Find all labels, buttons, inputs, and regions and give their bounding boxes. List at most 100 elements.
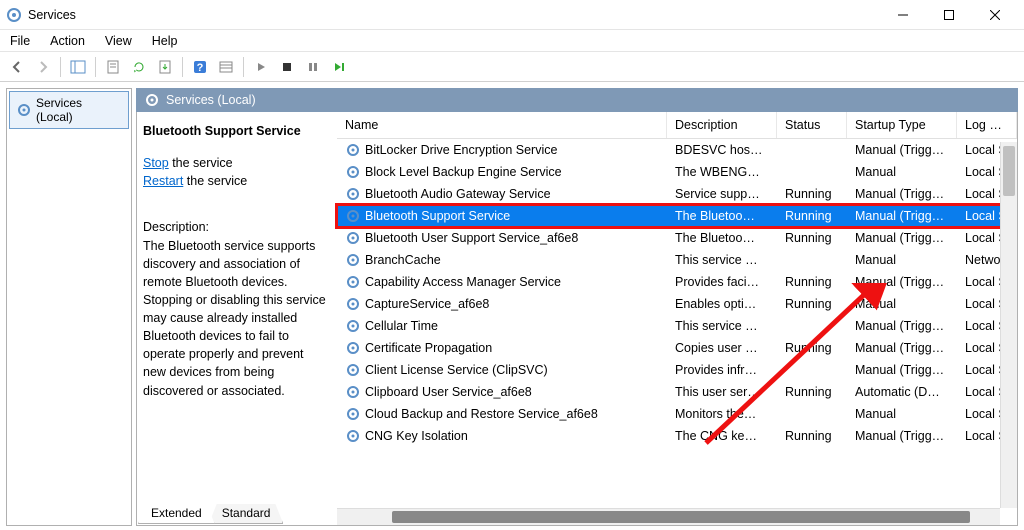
menu-view[interactable]: View <box>101 32 136 50</box>
service-icon <box>345 384 361 400</box>
service-row[interactable]: BranchCacheThis service …ManualNetwork <box>337 249 1017 271</box>
service-startup-type: Manual (Trigg… <box>847 361 957 379</box>
forward-button[interactable] <box>32 56 54 78</box>
service-status <box>777 170 847 174</box>
service-row[interactable]: Client License Service (ClipSVC) Provides… <box>337 359 1017 381</box>
service-description: Enables opti… <box>667 295 777 313</box>
service-row[interactable]: BitLocker Drive Encryption ServiceBDESVC… <box>337 139 1017 161</box>
navigation-tree[interactable]: Services (Local) <box>6 88 132 526</box>
service-description: Monitors the… <box>667 405 777 423</box>
service-startup-type: Manual (Trigg… <box>847 207 957 225</box>
service-status: Running <box>777 185 847 203</box>
service-name: CNG Key Isolation <box>365 429 468 443</box>
start-service-button[interactable] <box>250 56 272 78</box>
maximize-button[interactable] <box>926 0 972 30</box>
service-startup-type: Manual (Trigg… <box>847 317 957 335</box>
service-row[interactable]: Cloud Backup and Restore Service_af6e8 Mo… <box>337 403 1017 425</box>
service-status: Running <box>777 295 847 313</box>
service-description: The WBENG… <box>667 163 777 181</box>
service-status <box>777 258 847 262</box>
service-description: Service supp… <box>667 185 777 203</box>
service-name: Capability Access Manager Service <box>365 275 561 289</box>
service-row[interactable]: Bluetooth Support ServiceThe Bluetoo…Run… <box>337 205 1017 227</box>
content-header: Services (Local) <box>136 88 1018 112</box>
service-startup-type: Automatic (D… <box>847 383 957 401</box>
help-button[interactable]: ? <box>189 56 211 78</box>
service-status: Running <box>777 427 847 445</box>
service-startup-type: Manual (Trigg… <box>847 273 957 291</box>
menu-file[interactable]: File <box>6 32 34 50</box>
service-name: Client License Service (ClipSVC) <box>365 363 548 377</box>
service-name: Cloud Backup and Restore Service_af6e8 <box>365 407 598 421</box>
service-icon <box>345 428 361 444</box>
service-row[interactable]: Cellular Time This service … Manual (Trigg… <box>337 315 1017 337</box>
service-row[interactable]: Clipboard User Service_af6e8This user se… <box>337 381 1017 403</box>
list-view-button[interactable] <box>215 56 237 78</box>
service-description: This service … <box>667 317 777 335</box>
tree-node-services-local[interactable]: Services (Local) <box>9 91 129 129</box>
refresh-button[interactable] <box>128 56 150 78</box>
properties-button[interactable] <box>102 56 124 78</box>
service-row[interactable]: Capability Access Manager ServiceProvide… <box>337 271 1017 293</box>
tab-standard[interactable]: Standard <box>209 504 284 524</box>
service-startup-type: Manual (Trigg… <box>847 141 957 159</box>
stop-service-button[interactable] <box>276 56 298 78</box>
description-text: The Bluetooth service supports discovery… <box>143 237 327 400</box>
pause-service-button[interactable] <box>302 56 324 78</box>
horizontal-scrollbar[interactable] <box>337 508 1000 525</box>
tree-node-label: Services (Local) <box>36 96 122 124</box>
column-status[interactable]: Status <box>777 112 847 138</box>
selected-service-title: Bluetooth Support Service <box>143 122 327 140</box>
service-icon <box>345 340 361 356</box>
restart-service-button[interactable] <box>328 56 350 78</box>
stop-service-link[interactable]: Stop <box>143 156 169 170</box>
close-button[interactable] <box>972 0 1018 30</box>
service-status <box>777 324 847 328</box>
service-row[interactable]: Bluetooth Audio Gateway ServiceService s… <box>337 183 1017 205</box>
window-title: Services <box>28 8 880 22</box>
service-icon <box>345 406 361 422</box>
service-status <box>777 148 847 152</box>
service-name: Cellular Time <box>365 319 438 333</box>
service-row[interactable]: CaptureService_af6e8Enables opti…Running… <box>337 293 1017 315</box>
service-startup-type: Manual (Trigg… <box>847 185 957 203</box>
column-description[interactable]: Description <box>667 112 777 138</box>
service-description: Provides infr… <box>667 361 777 379</box>
service-row[interactable]: CNG Key Isolation The CNG ke…RunningManua… <box>337 425 1017 447</box>
services-icon <box>16 102 32 118</box>
restart-service-link[interactable]: Restart <box>143 174 183 188</box>
service-startup-type: Manual (Trigg… <box>847 427 957 445</box>
column-name[interactable]: Name <box>337 112 667 138</box>
service-name: BranchCache <box>365 253 441 267</box>
services-icon <box>144 92 160 108</box>
export-button[interactable] <box>154 56 176 78</box>
service-status: Running <box>777 273 847 291</box>
service-name: Block Level Backup Engine Service <box>365 165 562 179</box>
service-icon <box>345 274 361 290</box>
service-row[interactable]: Certificate PropagationCopies user …Runn… <box>337 337 1017 359</box>
back-button[interactable] <box>6 56 28 78</box>
tab-extended[interactable]: Extended <box>138 504 215 524</box>
service-icon <box>345 230 361 246</box>
svg-text:?: ? <box>197 62 204 74</box>
service-icon <box>345 208 361 224</box>
service-row[interactable]: Bluetooth User Support Service_af6e8The … <box>337 227 1017 249</box>
service-icon <box>345 252 361 268</box>
service-description: This service … <box>667 251 777 269</box>
detail-pane: Bluetooth Support Service Stop the servi… <box>137 112 337 525</box>
service-row[interactable]: Block Level Backup Engine Service The WBE… <box>337 161 1017 183</box>
service-description: The CNG ke… <box>667 427 777 445</box>
column-headers: Name Description Status Startup Type Log… <box>337 112 1017 139</box>
service-description: Copies user … <box>667 339 777 357</box>
vertical-scrollbar[interactable] <box>1000 142 1017 508</box>
show-hide-tree-button[interactable] <box>67 56 89 78</box>
column-startup-type[interactable]: Startup Type <box>847 112 957 138</box>
services-list[interactable]: Name Description Status Startup Type Log… <box>337 112 1017 525</box>
service-icon <box>345 362 361 378</box>
service-description: The Bluetoo… <box>667 229 777 247</box>
menu-help[interactable]: Help <box>148 32 182 50</box>
menu-bar: File Action View Help <box>0 30 1024 52</box>
column-log-on-as[interactable]: Log On A <box>957 112 1017 138</box>
menu-action[interactable]: Action <box>46 32 89 50</box>
minimize-button[interactable] <box>880 0 926 30</box>
